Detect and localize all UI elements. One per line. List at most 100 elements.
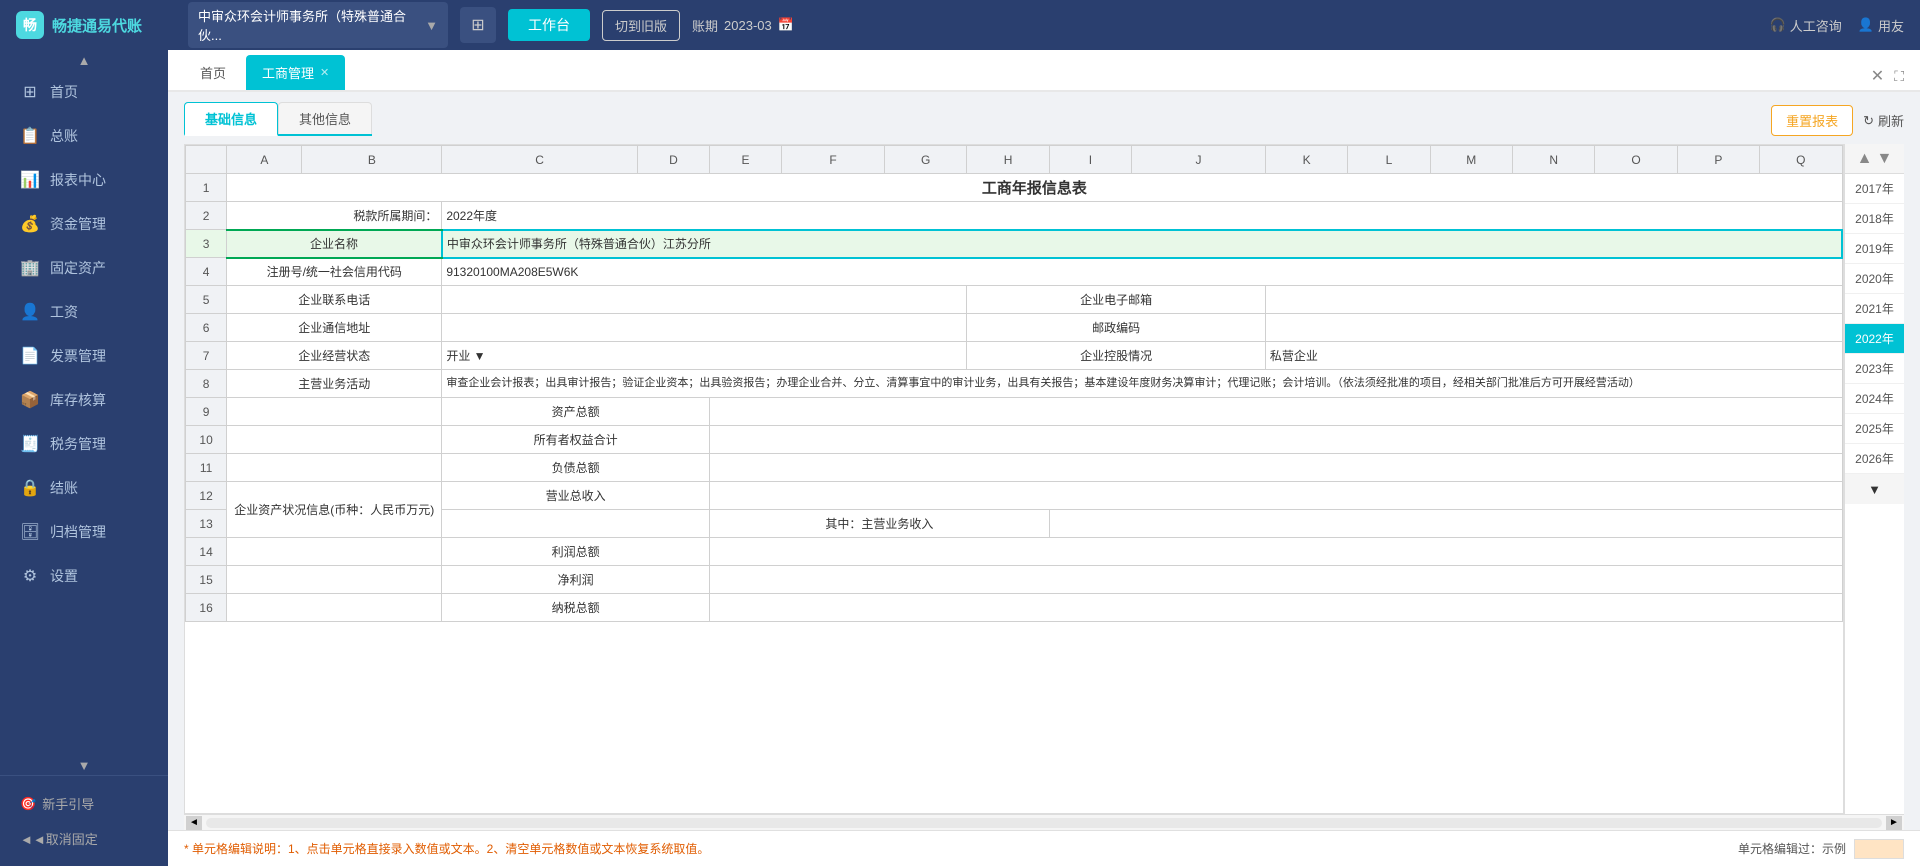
period-area: 账期 2023-03 📅 — [692, 16, 794, 35]
value-total-revenue[interactable] — [709, 482, 1842, 510]
calendar-icon[interactable]: 📅 — [778, 17, 794, 33]
sidebar-item-invoice[interactable]: 📄 发票管理 — [0, 334, 168, 378]
value-period[interactable]: 2022年度 — [442, 202, 1842, 230]
col-header-g: G — [884, 146, 966, 174]
period-value: 2023-03 — [724, 18, 772, 33]
sidebar-item-home[interactable]: ⊞ 首页 — [0, 70, 168, 114]
value-biz-status[interactable]: 开业 ▼ — [442, 342, 967, 370]
old-version-button[interactable]: 切到旧版 — [602, 10, 680, 41]
sidebar-item-finance[interactable]: 💰 资金管理 — [0, 202, 168, 246]
fullscreen-icon[interactable]: ⛶ — [1894, 68, 1904, 85]
service-button[interactable]: 🎧 人工咨询 — [1770, 16, 1842, 35]
year-item-2025[interactable]: 2025年 — [1845, 414, 1904, 444]
year-item-2017[interactable]: 2017年 — [1845, 174, 1904, 204]
row-num-9: 9 — [186, 398, 227, 426]
sidebar-item-assets[interactable]: 🏢 固定资产 — [0, 246, 168, 290]
value-main-revenue[interactable] — [1049, 510, 1842, 538]
salary-icon: 👤 — [20, 302, 40, 322]
value-total-profit[interactable] — [709, 538, 1842, 566]
row-num-4: 4 — [186, 258, 227, 286]
guide-icon: 🎯 — [20, 796, 36, 812]
table-row: 4 注册号/统一社会信用代码 91320100MA208E5W6K — [186, 258, 1843, 286]
sidebar-nav: ⊞ 首页 📋 总账 📊 报表中心 💰 资金管理 🏢 固定资产 👤 工资 — [0, 70, 168, 755]
value-net-profit[interactable] — [709, 566, 1842, 594]
sidebar-item-salary[interactable]: 👤 工资 — [0, 290, 168, 334]
sidebar-item-settings[interactable]: ⚙ 设置 — [0, 554, 168, 598]
sub-tab-basic[interactable]: 基础信息 — [184, 102, 278, 136]
year-item-2024[interactable]: 2024年 — [1845, 384, 1904, 414]
year-expand-icon[interactable]: ▼ — [1877, 150, 1893, 168]
sidebar-item-closing[interactable]: 🔒 结账 — [0, 466, 168, 510]
sidebar-item-inventory[interactable]: 📦 库存核算 — [0, 378, 168, 422]
value-postcode[interactable] — [1265, 314, 1842, 342]
year-item-2020[interactable]: 2020年 — [1845, 264, 1904, 294]
value-liabilities[interactable] — [709, 454, 1842, 482]
year-item-2022[interactable]: 2022年 — [1845, 324, 1904, 354]
row-num-14: 14 — [186, 538, 227, 566]
h-scroll-left-button[interactable]: ◄ — [186, 816, 202, 830]
sidebar-label-inventory: 库存核算 — [50, 390, 106, 410]
sidebar-item-tax[interactable]: 🧾 税务管理 — [0, 422, 168, 466]
sidebar-item-archive[interactable]: 🗄 归档管理 — [0, 510, 168, 554]
label-equity-group — [227, 426, 442, 454]
col-header-i: I — [1049, 146, 1131, 174]
reset-report-button[interactable]: 重置报表 — [1771, 105, 1853, 136]
sub-tab-other[interactable]: 其他信息 — [278, 102, 372, 134]
tab-bizadmin[interactable]: 工商管理 ✕ — [246, 55, 345, 90]
tab-close-icon[interactable]: ✕ — [320, 66, 329, 79]
spreadsheet-container[interactable]: A B C D E F G H I J K L — [184, 144, 1844, 814]
sidebar-item-reports[interactable]: 📊 报表中心 — [0, 158, 168, 202]
workbench-button[interactable]: 工作台 — [508, 9, 590, 41]
table-row: 3 企业名称 中审众环会计师事务所（特殊普通合伙）江苏分所 — [186, 230, 1843, 258]
year-item-2018[interactable]: 2018年 — [1845, 204, 1904, 234]
reports-icon: 📊 — [20, 170, 40, 190]
value-total-tax[interactable] — [709, 594, 1842, 622]
label-main-revenue: 其中：主营业务收入 — [709, 510, 1049, 538]
user-menu[interactable]: 👤 用友 — [1858, 16, 1904, 35]
table-row: 8 主营业务活动 审查企业会计报表；出具审计报告；验证企业资本；出具验资报告；办… — [186, 370, 1843, 398]
col-header-a: A — [227, 146, 302, 174]
dropdown-arrow-icon: ▼ — [425, 18, 438, 33]
home-icon: ⊞ — [20, 82, 40, 102]
refresh-button[interactable]: ↻ 刷新 — [1863, 111, 1904, 130]
sidebar-bottom: 🎯 新手引导 ◄◄取消固定 — [0, 775, 168, 866]
unfix-sidebar-button[interactable]: ◄◄取消固定 — [0, 821, 168, 856]
h-scroll-right-button[interactable]: ► — [1886, 816, 1902, 830]
table-row: 10 所有者权益合计 — [186, 426, 1843, 454]
title-cell[interactable]: 工商年报信息表 — [227, 174, 1842, 202]
label-email: 企业电子邮箱 — [967, 286, 1266, 314]
new-user-guide[interactable]: 🎯 新手引导 — [0, 786, 168, 821]
value-email[interactable] — [1265, 286, 1842, 314]
sidebar-label-archive: 归档管理 — [50, 522, 106, 542]
year-item-2026[interactable]: 2026年 — [1845, 444, 1904, 474]
value-equity[interactable] — [709, 426, 1842, 454]
unfix-label: ◄◄取消固定 — [20, 829, 98, 848]
value-address[interactable] — [442, 314, 967, 342]
sidebar-scroll-up[interactable]: ▲ — [0, 50, 168, 70]
col-header-e: E — [709, 146, 781, 174]
value-reg-code[interactable]: 91320100MA208E5W6K — [442, 258, 1842, 286]
label-main-biz: 主营业务活动 — [227, 370, 442, 398]
year-up-icon[interactable]: ▲ — [1857, 150, 1873, 168]
year-item-2023[interactable]: 2023年 — [1845, 354, 1904, 384]
value-total-assets[interactable] — [709, 398, 1842, 426]
year-scroll-down[interactable]: ▼ — [1845, 474, 1904, 504]
sidebar-item-ledger[interactable]: 📋 总账 — [0, 114, 168, 158]
label-assets-group — [227, 398, 442, 426]
label-postcode: 邮政编码 — [967, 314, 1266, 342]
value-phone[interactable] — [442, 286, 967, 314]
tab-home[interactable]: 首页 — [184, 55, 242, 90]
value-holding[interactable]: 私营企业 — [1265, 342, 1842, 370]
close-window-icon[interactable]: ✕ — [1871, 66, 1884, 86]
value-company-name[interactable]: 中审众环会计师事务所（特殊普通合伙）江苏分所 — [442, 230, 1842, 258]
h-scrollbar[interactable]: ◄ ► — [184, 814, 1904, 830]
company-settings-icon[interactable]: ⊞ — [460, 7, 496, 43]
company-selector[interactable]: 中审众环会计师事务所（特殊普通合伙... ▼ — [188, 2, 448, 48]
year-item-2019[interactable]: 2019年 — [1845, 234, 1904, 264]
year-item-2021[interactable]: 2021年 — [1845, 294, 1904, 324]
spreadsheet-wrapper: A B C D E F G H I J K L — [184, 144, 1904, 814]
year-sidebar-header: ▲ ▼ — [1845, 144, 1904, 174]
h-scroll-track[interactable] — [206, 818, 1882, 828]
value-main-biz[interactable]: 审查企业会计报表；出具审计报告；验证企业资本；出具验资报告；办理企业合并、分立、… — [442, 370, 1842, 398]
sidebar-scroll-down[interactable]: ▼ — [0, 755, 168, 775]
